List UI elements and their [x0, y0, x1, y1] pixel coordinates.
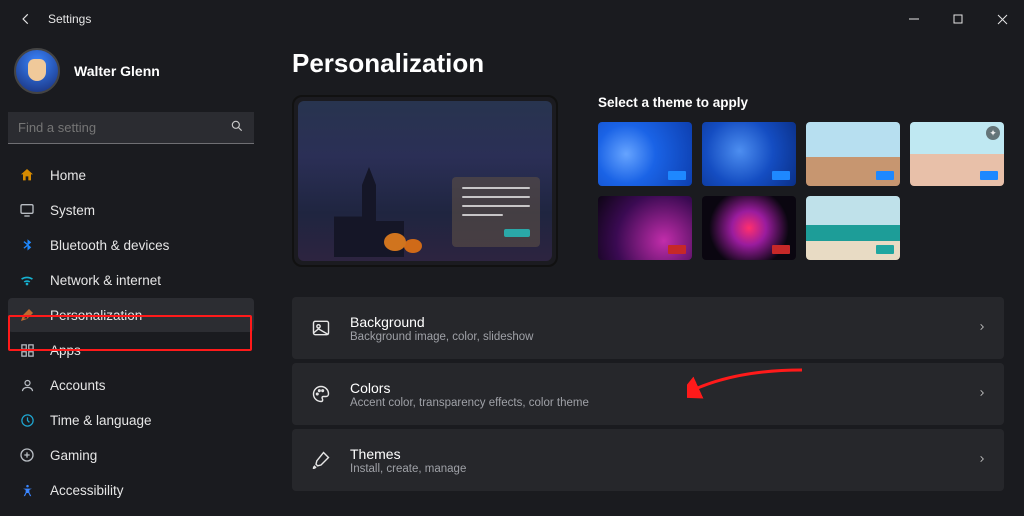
chevron-right-icon	[978, 453, 986, 468]
back-button[interactable]	[12, 5, 40, 33]
sidebar-item-accounts[interactable]: Accounts	[8, 368, 254, 402]
sidebar-item-network[interactable]: Network & internet	[8, 263, 254, 297]
wallpaper-preview[interactable]	[292, 95, 558, 267]
theme-card[interactable]	[806, 196, 900, 260]
sidebar-item-home[interactable]: Home	[8, 158, 254, 192]
page-title: Personalization	[292, 48, 1004, 79]
chevron-right-icon	[978, 387, 986, 402]
sidebar-item-system[interactable]: System	[8, 193, 254, 227]
avatar	[14, 48, 60, 94]
setting-row-themes[interactable]: Themes Install, create, manage	[292, 429, 1004, 491]
window-controls	[892, 3, 1024, 35]
sidebar-item-personalization[interactable]: Personalization	[8, 298, 254, 332]
user-profile[interactable]: Walter Glenn	[8, 42, 254, 108]
theme-card[interactable]	[806, 122, 900, 186]
sidebar: Walter Glenn Home System	[0, 38, 262, 516]
palette-icon	[310, 383, 332, 405]
maximize-button[interactable]	[936, 3, 980, 35]
system-icon	[18, 201, 36, 219]
time-language-icon	[18, 411, 36, 429]
theme-card[interactable]	[702, 196, 796, 260]
sidebar-item-label: Home	[50, 168, 86, 183]
search-input[interactable]	[18, 120, 230, 135]
sidebar-item-time-language[interactable]: Time & language	[8, 403, 254, 437]
themes-area: Select a theme to apply ✦	[598, 95, 1004, 267]
home-icon	[18, 166, 36, 184]
spotlight-icon: ✦	[986, 126, 1000, 140]
personalization-icon	[18, 306, 36, 324]
theme-card[interactable]	[702, 122, 796, 186]
bluetooth-icon	[18, 236, 36, 254]
theme-card[interactable]	[598, 122, 692, 186]
sidebar-item-label: Personalization	[50, 308, 142, 323]
setting-row-background[interactable]: Background Background image, color, slid…	[292, 297, 1004, 359]
accounts-icon	[18, 376, 36, 394]
setting-title: Background	[350, 314, 533, 330]
sidebar-item-accessibility[interactable]: Accessibility	[8, 473, 254, 507]
sidebar-item-gaming[interactable]: Gaming	[8, 438, 254, 472]
setting-subtitle: Accent color, transparency effects, colo…	[350, 397, 589, 409]
theme-card[interactable]: ✦	[910, 122, 1004, 186]
setting-subtitle: Background image, color, slideshow	[350, 331, 533, 343]
user-name: Walter Glenn	[74, 63, 160, 79]
chevron-right-icon	[978, 321, 986, 336]
theme-card[interactable]	[598, 196, 692, 260]
sidebar-item-label: Network & internet	[50, 273, 161, 288]
sidebar-item-label: Bluetooth & devices	[50, 238, 169, 253]
sidebar-item-label: Accounts	[50, 378, 106, 393]
window-title: Settings	[48, 12, 91, 26]
search-icon	[230, 119, 244, 136]
close-button[interactable]	[980, 3, 1024, 35]
setting-subtitle: Install, create, manage	[350, 463, 466, 475]
image-icon	[310, 317, 332, 339]
sidebar-item-label: Gaming	[50, 448, 97, 463]
sidebar-item-label: Apps	[50, 343, 81, 358]
themes-label: Select a theme to apply	[598, 95, 1004, 110]
titlebar: Settings	[0, 0, 1024, 38]
network-icon	[18, 271, 36, 289]
main-content: Personalization Select a theme to apply …	[262, 38, 1024, 516]
minimize-button[interactable]	[892, 3, 936, 35]
sidebar-item-apps[interactable]: Apps	[8, 333, 254, 367]
sidebar-item-label: System	[50, 203, 95, 218]
themes-grid: ✦	[598, 122, 1004, 260]
brush-icon	[310, 449, 332, 471]
setting-title: Colors	[350, 380, 589, 396]
sidebar-item-label: Accessibility	[50, 483, 124, 498]
gaming-icon	[18, 446, 36, 464]
accessibility-icon	[18, 481, 36, 499]
apps-icon	[18, 341, 36, 359]
sidebar-item-bluetooth[interactable]: Bluetooth & devices	[8, 228, 254, 262]
nav-list: Home System Bluetooth & devices Network …	[8, 158, 254, 507]
search-box[interactable]	[8, 112, 254, 144]
setting-row-colors[interactable]: Colors Accent color, transparency effect…	[292, 363, 1004, 425]
setting-title: Themes	[350, 446, 466, 462]
sidebar-item-label: Time & language	[50, 413, 152, 428]
